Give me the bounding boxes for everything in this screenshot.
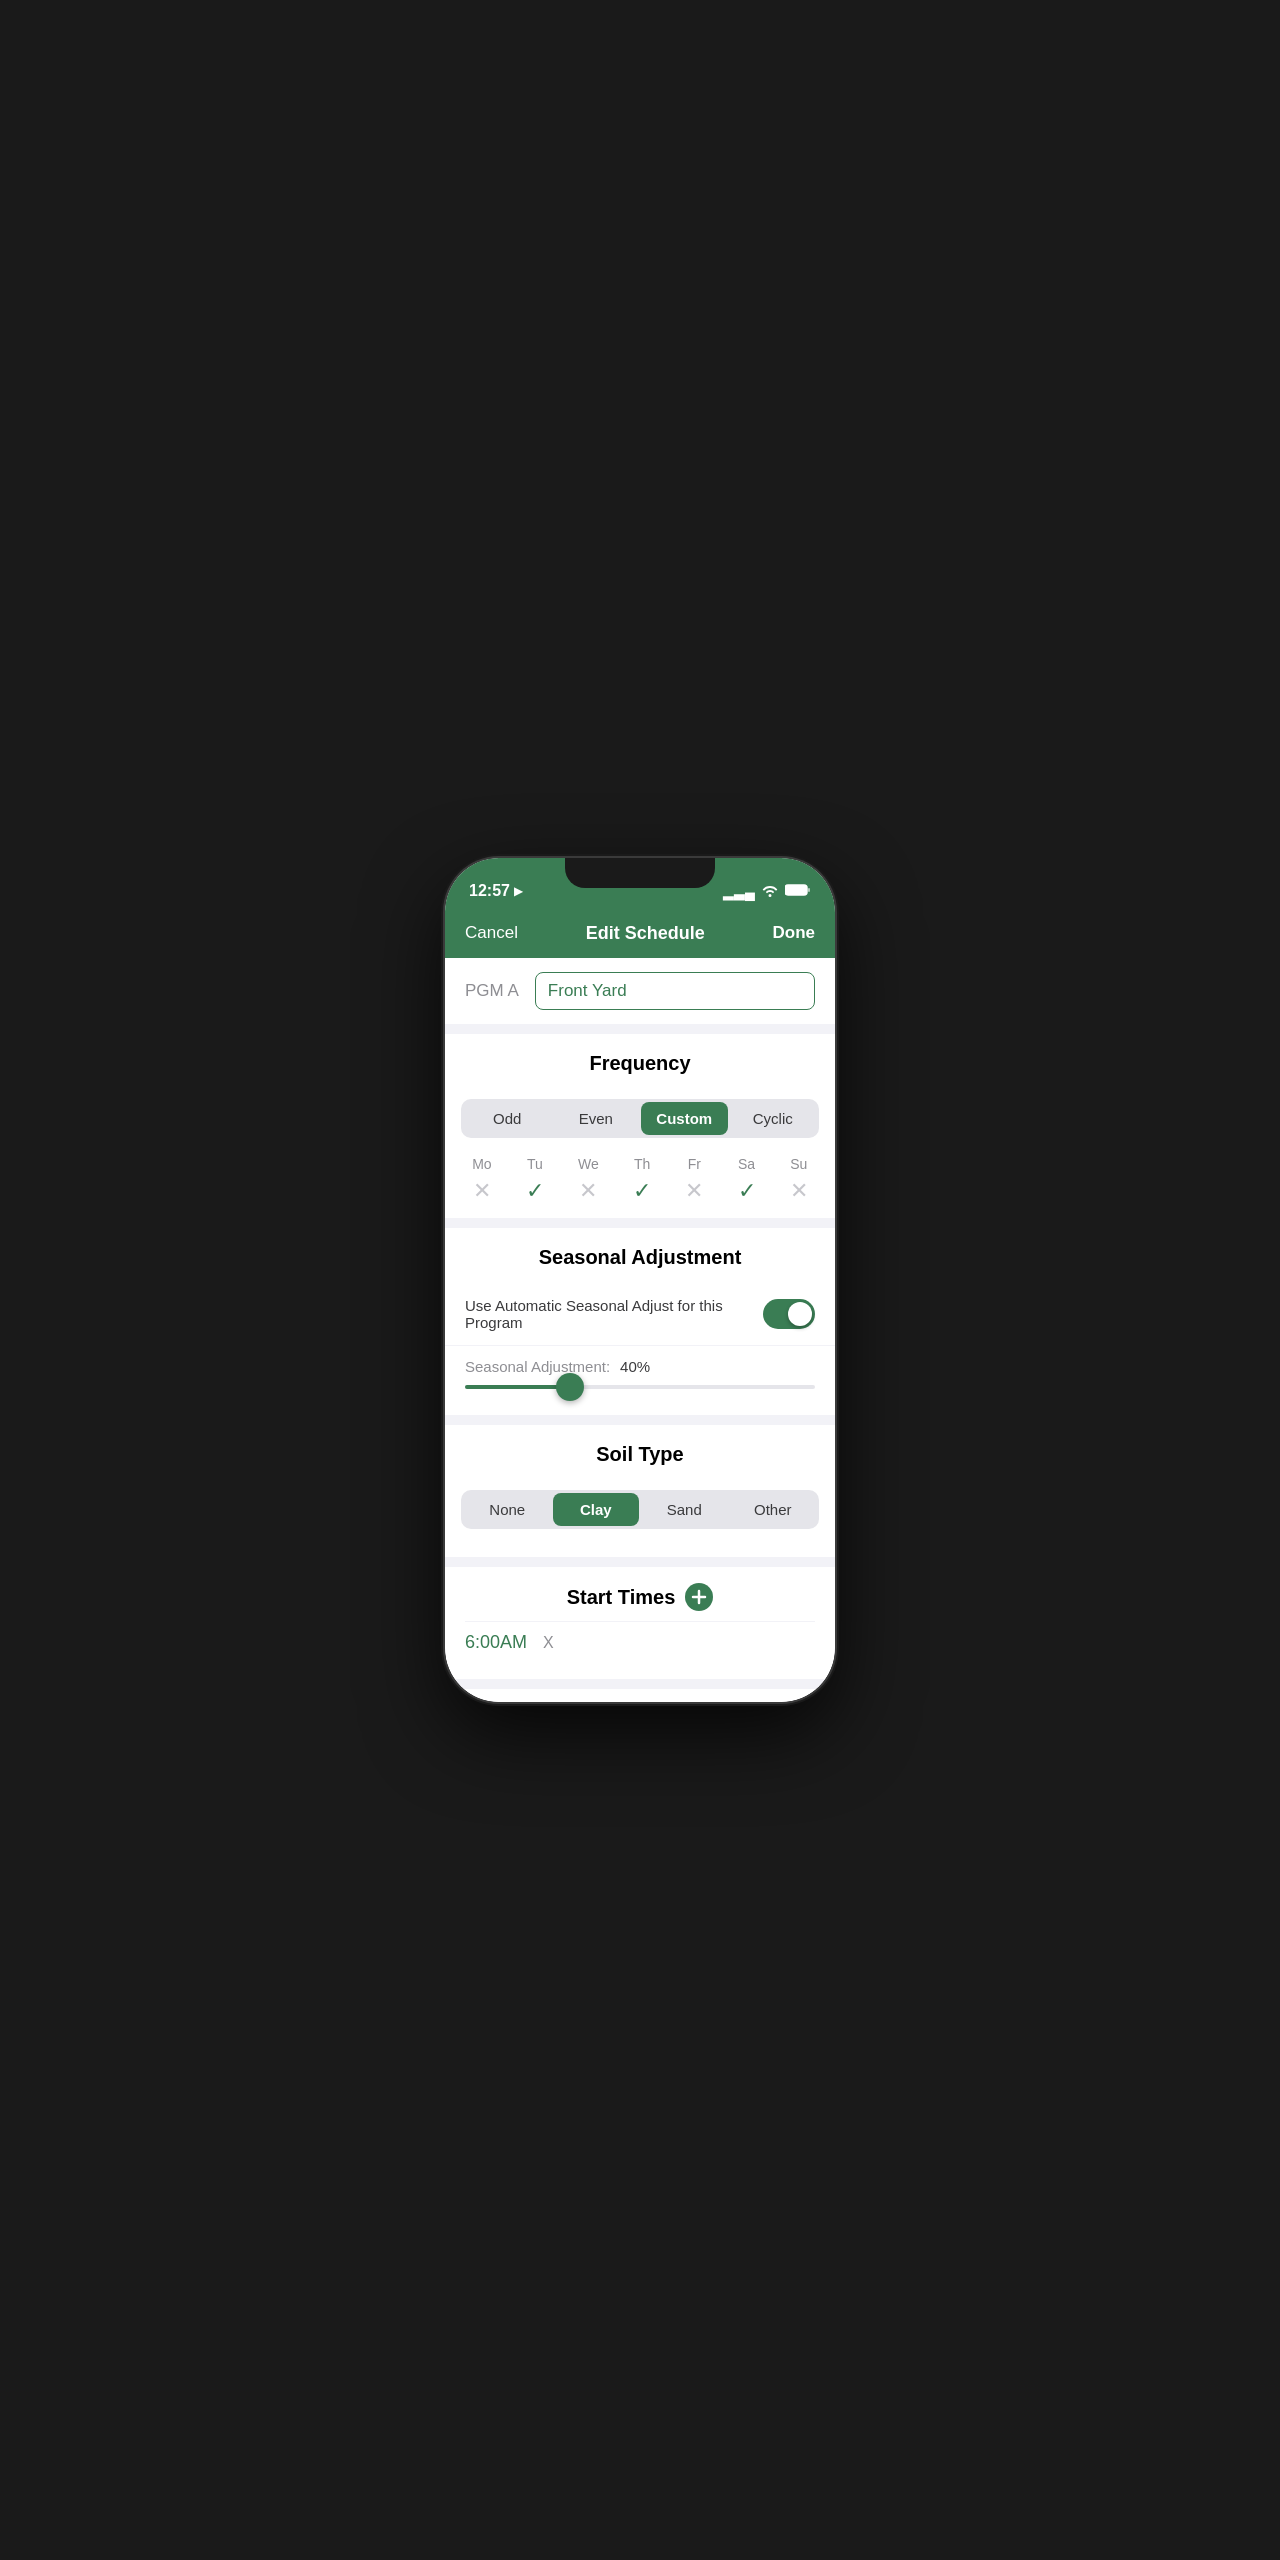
soil-sand-btn[interactable]: Sand [641, 1493, 728, 1526]
program-label: PGM A [465, 981, 519, 1001]
day-sunday[interactable]: Su ✕ [790, 1156, 808, 1204]
status-icons: ▂▃▄ [723, 883, 811, 900]
day-monday[interactable]: Mo ✕ [472, 1156, 491, 1204]
day-saturday[interactable]: Sa ✓ [738, 1156, 756, 1204]
wifi-icon [761, 883, 779, 900]
seasonal-title: Seasonal Adjustment [445, 1228, 835, 1283]
location-icon: ▶ [514, 884, 523, 898]
seasonal-adj-label: Seasonal Adjustment: [465, 1358, 610, 1375]
day-friday[interactable]: Fr ✕ [685, 1156, 703, 1204]
slider-thumb[interactable] [556, 1373, 584, 1401]
seasonal-adj-row: Seasonal Adjustment: 40% [445, 1346, 835, 1381]
soil-section: Soil Type None Clay Sand Other [445, 1425, 835, 1557]
start-times-header-row: Start Times [445, 1567, 835, 1621]
signal-icon: ▂▃▄ [723, 884, 755, 900]
frequency-segmented-control: Odd Even Custom Cyclic [461, 1099, 819, 1138]
nav-bar: Cancel Edit Schedule Done [445, 908, 835, 958]
soil-other-btn[interactable]: Other [730, 1493, 817, 1526]
seasonal-adj-value: 40% [620, 1358, 650, 1375]
program-name-input[interactable] [535, 972, 815, 1010]
page-title: Edit Schedule [586, 923, 705, 944]
cancel-button[interactable]: Cancel [465, 923, 518, 943]
auto-seasonal-label: Use Automatic Seasonal Adjust for this P… [465, 1297, 763, 1331]
frequency-even-btn[interactable]: Even [553, 1102, 640, 1135]
soil-segmented-control: None Clay Sand Other [461, 1490, 819, 1529]
auto-seasonal-toggle[interactable] [763, 1299, 815, 1329]
day-thursday[interactable]: Th ✓ [633, 1156, 651, 1204]
day-wednesday[interactable]: We ✕ [578, 1156, 599, 1204]
seasonal-slider-container [445, 1381, 835, 1399]
frequency-odd-btn[interactable]: Odd [464, 1102, 551, 1135]
slider-fill [465, 1385, 570, 1389]
toggle-knob [788, 1302, 812, 1326]
start-time-remove-button[interactable]: X [543, 1634, 554, 1652]
soil-title: Soil Type [445, 1425, 835, 1480]
soil-none-btn[interactable]: None [464, 1493, 551, 1526]
day-tuesday[interactable]: Tu ✓ [526, 1156, 544, 1204]
start-time-item: 6:00AM X [445, 1622, 835, 1663]
frequency-section: Frequency Odd Even Custom Cyclic Mo ✕ Tu [445, 1034, 835, 1218]
frequency-title: Frequency [445, 1034, 835, 1089]
start-times-title: Start Times [567, 1586, 676, 1609]
seasonal-section: Seasonal Adjustment Use Automatic Season… [445, 1228, 835, 1415]
add-start-time-button[interactable] [685, 1583, 713, 1611]
frequency-custom-btn[interactable]: Custom [641, 1102, 728, 1135]
zones-title: Zones [445, 1689, 835, 1702]
start-time-value[interactable]: 6:00AM [465, 1632, 527, 1653]
svg-rect-1 [808, 888, 810, 892]
zones-section: Zones Zone 1 Programmed 22 min Adjust [445, 1689, 835, 1702]
battery-icon [785, 883, 811, 900]
frequency-cyclic-btn[interactable]: Cyclic [730, 1102, 817, 1135]
status-time: 12:57 [469, 882, 510, 900]
program-name-row: PGM A [445, 958, 835, 1024]
content-scroll: PGM A Frequency Odd Even Custom Cyclic M… [445, 958, 835, 1702]
auto-seasonal-row: Use Automatic Seasonal Adjust for this P… [445, 1283, 835, 1346]
soil-clay-btn[interactable]: Clay [553, 1493, 640, 1526]
start-times-section: Start Times 6:00AM X [445, 1567, 835, 1679]
days-row: Mo ✕ Tu ✓ We ✕ Th ✓ [445, 1148, 835, 1208]
done-button[interactable]: Done [772, 923, 815, 943]
svg-rect-0 [785, 885, 807, 895]
slider-track [465, 1385, 815, 1389]
